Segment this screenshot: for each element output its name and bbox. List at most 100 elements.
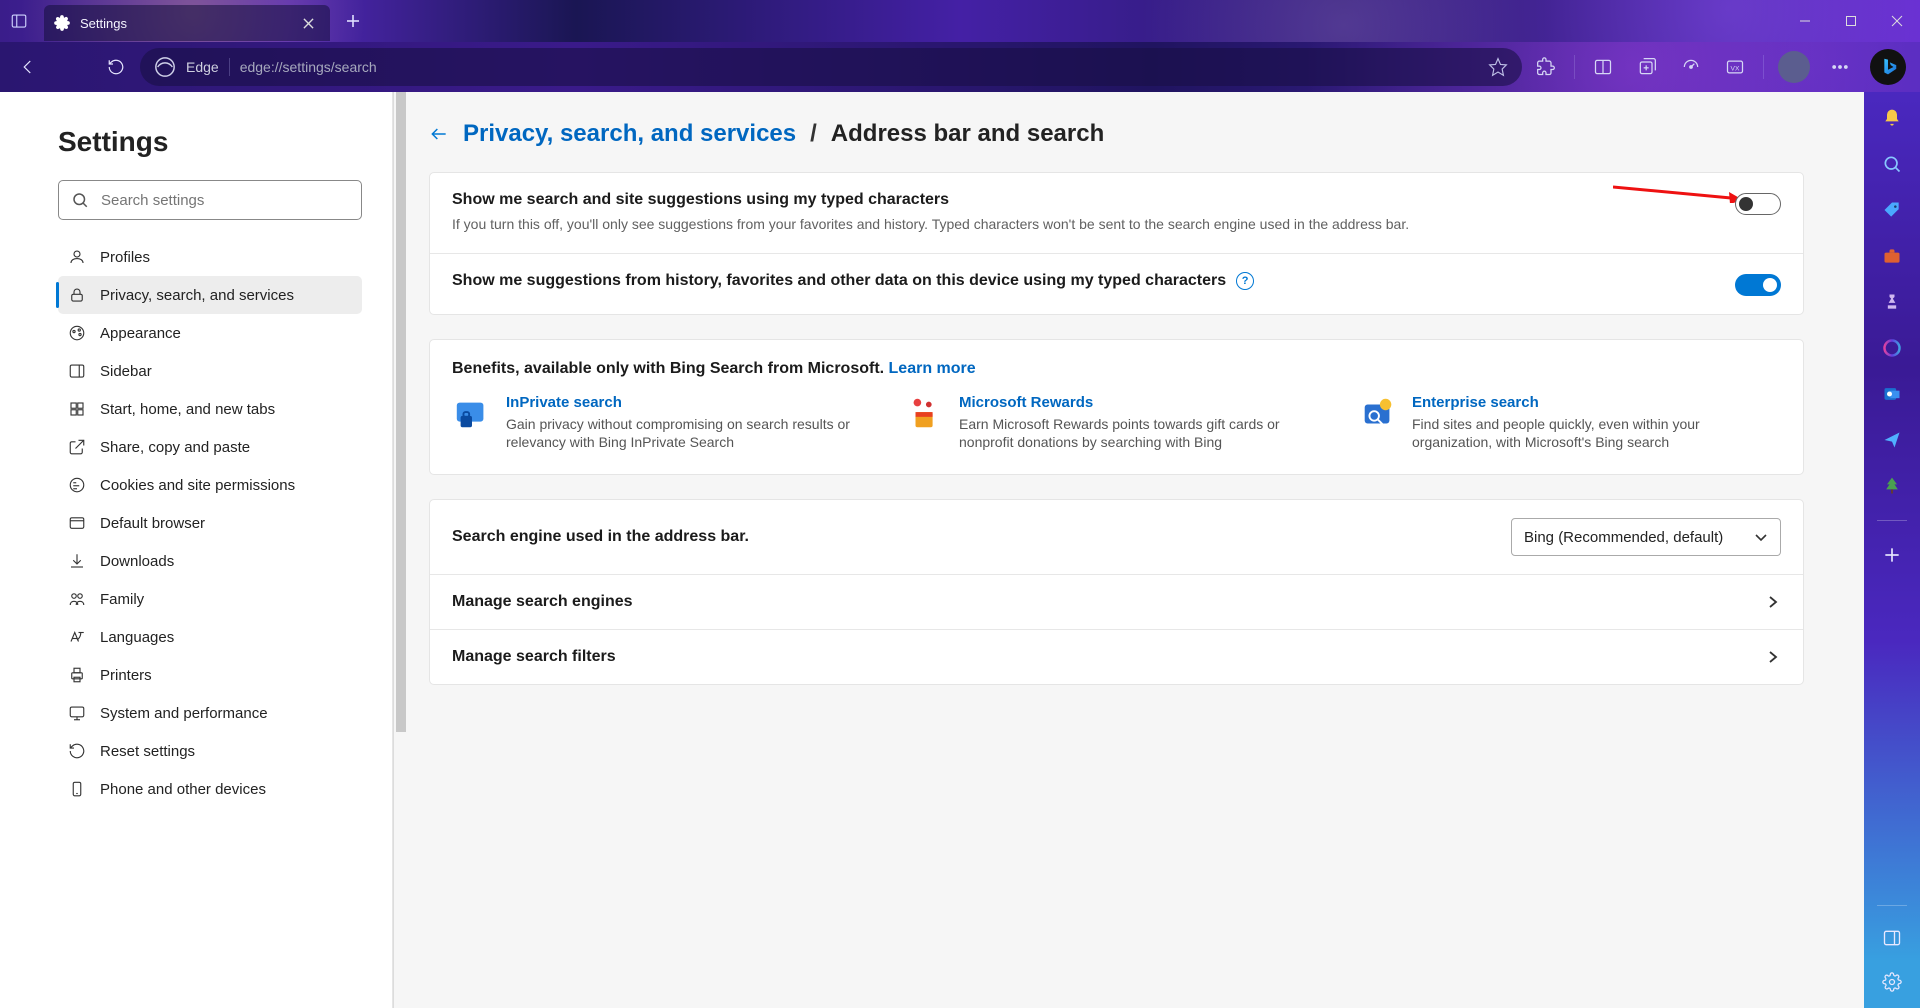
- nav-sidebar[interactable]: Sidebar: [58, 352, 362, 390]
- more-button[interactable]: [1820, 47, 1860, 87]
- nav-cookies[interactable]: Cookies and site permissions: [58, 466, 362, 504]
- share-icon: [68, 438, 86, 456]
- split-screen-button[interactable]: [1583, 47, 1623, 87]
- nav-system[interactable]: System and performance: [58, 694, 362, 732]
- tab-close-button[interactable]: [296, 11, 320, 35]
- maximize-button[interactable]: [1828, 0, 1874, 42]
- phone-icon: [68, 780, 86, 798]
- manage-filters-row[interactable]: Manage search filters: [430, 629, 1803, 684]
- language-icon: [68, 628, 86, 646]
- nav-downloads[interactable]: Downloads: [58, 542, 362, 580]
- help-icon[interactable]: ?: [1236, 272, 1254, 290]
- screenshot-button[interactable]: VX: [1715, 47, 1755, 87]
- svg-text:VX: VX: [1731, 65, 1740, 72]
- minimize-button[interactable]: [1782, 0, 1828, 42]
- nav-reset[interactable]: Reset settings: [58, 732, 362, 770]
- rail-office-icon[interactable]: [1880, 336, 1904, 360]
- setting-description: If you turn this off, you'll only see su…: [452, 215, 1717, 235]
- inprivate-icon: [452, 394, 492, 434]
- family-icon: [68, 590, 86, 608]
- rail-panel-toggle-icon[interactable]: [1880, 926, 1904, 950]
- enterprise-icon: [1358, 394, 1398, 434]
- sidebar-icon: [68, 362, 86, 380]
- forward-button: [52, 47, 92, 87]
- toggle-local-suggestions[interactable]: [1735, 274, 1781, 296]
- rail-settings-icon[interactable]: [1880, 970, 1904, 994]
- back-button[interactable]: [8, 47, 48, 87]
- favorite-star-icon[interactable]: [1488, 57, 1508, 77]
- address-source-label: Edge: [186, 59, 219, 75]
- content-area: Privacy, search, and services / Address …: [407, 92, 1864, 1008]
- cookie-icon: [68, 476, 86, 494]
- nav-default-browser[interactable]: Default browser: [58, 504, 362, 542]
- manage-filters-label: Manage search filters: [452, 648, 1747, 666]
- rail-bell-icon[interactable]: [1880, 106, 1904, 130]
- collections-button[interactable]: [1627, 47, 1667, 87]
- browser-icon: [68, 514, 86, 532]
- tab-actions-button[interactable]: [0, 2, 38, 40]
- nav-privacy[interactable]: Privacy, search, and services: [58, 276, 362, 314]
- bing-discover-button[interactable]: [1870, 49, 1906, 85]
- nav-family[interactable]: Family: [58, 580, 362, 618]
- rail-add-icon[interactable]: [1880, 543, 1904, 567]
- search-engine-card: Search engine used in the address bar. B…: [429, 499, 1804, 685]
- address-bar[interactable]: Edge edge://settings/search: [140, 48, 1522, 86]
- benefit-inprivate: InPrivate search Gain privacy without co…: [452, 394, 875, 453]
- right-sidebar: [1864, 92, 1920, 1008]
- rail-briefcase-icon[interactable]: [1880, 244, 1904, 268]
- extensions-button[interactable]: [1526, 47, 1566, 87]
- gear-icon: [54, 15, 70, 31]
- toggle-search-suggestions[interactable]: [1735, 193, 1781, 215]
- system-icon: [68, 704, 86, 722]
- toolbar: Edge edge://settings/search VX: [0, 42, 1920, 92]
- reset-icon: [68, 742, 86, 760]
- rail-send-icon[interactable]: [1880, 428, 1904, 452]
- dropdown-value: Bing (Recommended, default): [1524, 529, 1744, 546]
- nav-profiles[interactable]: Profiles: [58, 238, 362, 276]
- rail-search-icon[interactable]: [1880, 152, 1904, 176]
- rail-chess-icon[interactable]: [1880, 290, 1904, 314]
- search-settings-field[interactable]: [101, 192, 349, 209]
- profile-avatar[interactable]: [1778, 51, 1810, 83]
- new-tab-button[interactable]: [336, 4, 370, 38]
- lock-icon: [68, 286, 86, 304]
- benefit-rewards: Microsoft Rewards Earn Microsoft Rewards…: [905, 394, 1328, 453]
- breadcrumb-back-button[interactable]: [429, 124, 449, 144]
- close-button[interactable]: [1874, 0, 1920, 42]
- benefit-enterprise: Enterprise search Find sites and people …: [1358, 394, 1781, 453]
- rail-tag-icon[interactable]: [1880, 198, 1904, 222]
- breadcrumb-current: Address bar and search: [831, 120, 1104, 148]
- window-controls: [1782, 0, 1920, 42]
- page-title: Settings: [58, 126, 362, 158]
- search-settings-input[interactable]: [58, 180, 362, 220]
- benefits-header-text: Benefits, available only with Bing Searc…: [452, 360, 889, 377]
- breadcrumb-parent-link[interactable]: Privacy, search, and services: [463, 120, 796, 148]
- reload-button[interactable]: [96, 47, 136, 87]
- performance-button[interactable]: [1671, 47, 1711, 87]
- suggestions-card: Show me search and site suggestions usin…: [429, 172, 1804, 315]
- address-url: edge://settings/search: [240, 59, 1478, 75]
- manage-engines-row[interactable]: Manage search engines: [430, 574, 1803, 629]
- nav-printers[interactable]: Printers: [58, 656, 362, 694]
- nav-start[interactable]: Start, home, and new tabs: [58, 390, 362, 428]
- chevron-right-icon: [1765, 649, 1781, 665]
- titlebar: Settings: [0, 0, 1920, 42]
- search-engine-dropdown[interactable]: Bing (Recommended, default): [1511, 518, 1781, 556]
- nav-share[interactable]: Share, copy and paste: [58, 428, 362, 466]
- breadcrumb-separator: /: [810, 120, 817, 148]
- nav-phone[interactable]: Phone and other devices: [58, 770, 362, 808]
- benefits-card: Benefits, available only with Bing Searc…: [429, 339, 1804, 476]
- benefit-title: Microsoft Rewards: [959, 394, 1328, 411]
- rail-outlook-icon[interactable]: [1880, 382, 1904, 406]
- browser-tab[interactable]: Settings: [44, 5, 330, 41]
- benefit-desc: Gain privacy without compromising on sea…: [506, 415, 875, 453]
- paint-icon: [68, 324, 86, 342]
- nav-appearance[interactable]: Appearance: [58, 314, 362, 352]
- download-icon: [68, 552, 86, 570]
- learn-more-link[interactable]: Learn more: [889, 360, 976, 377]
- rail-tree-icon[interactable]: [1880, 474, 1904, 498]
- chevron-down-icon: [1754, 530, 1768, 544]
- nav-languages[interactable]: Languages: [58, 618, 362, 656]
- benefit-title: Enterprise search: [1412, 394, 1781, 411]
- sidebar-scrollbar[interactable]: [393, 92, 407, 1008]
